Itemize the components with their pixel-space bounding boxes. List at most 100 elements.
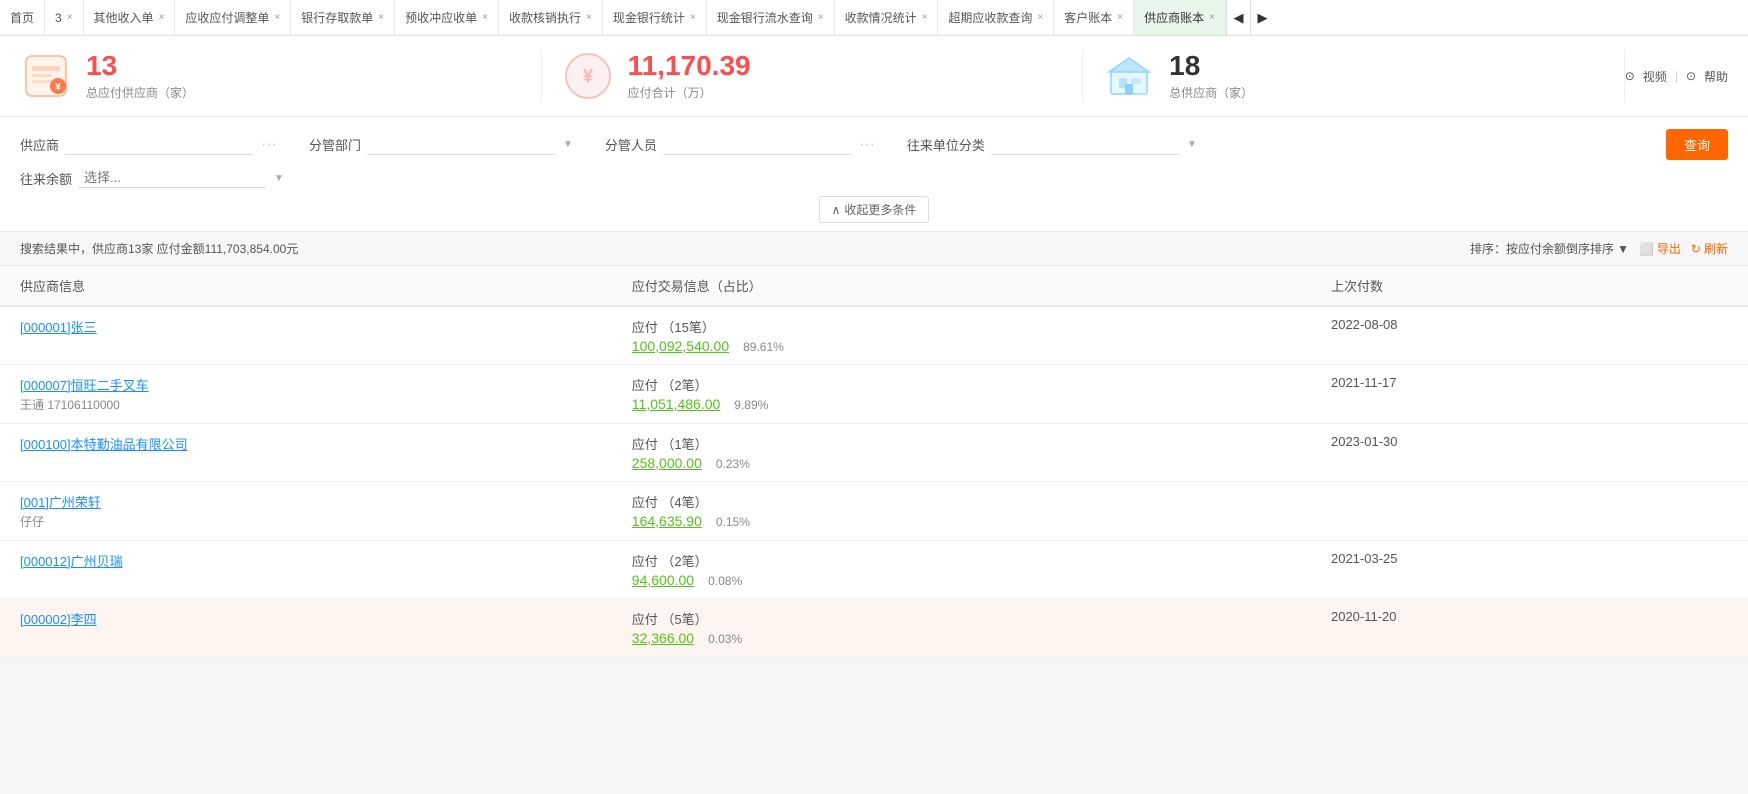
- last-payment-cell: [1311, 482, 1748, 541]
- supplier-cell: [000012]广州贝瑞: [0, 541, 612, 599]
- tx-cell: 应付 （2笔）94,600.000.08%: [612, 541, 1311, 599]
- supplier-sub-info: 王通 17106110000: [20, 396, 592, 413]
- supplier-filter-input[interactable]: [65, 135, 253, 155]
- tx-amount-value[interactable]: 164,635.90: [632, 513, 702, 529]
- tab-cash-flow-label: 现金银行流水查询: [717, 9, 813, 26]
- close-icon[interactable]: ×: [378, 12, 384, 23]
- tx-type-label: 应付 （2笔）: [632, 375, 1291, 394]
- nav-tab-collection[interactable]: 收款核销执行 ×: [499, 0, 603, 35]
- stat-info-payable: 13 总应付供应商（家）: [86, 51, 194, 102]
- supplier-link[interactable]: [000100]本特勤油品有限公司: [20, 437, 188, 452]
- close-icon[interactable]: ×: [818, 12, 824, 23]
- supplier-link[interactable]: [001]广州荣轩: [20, 495, 101, 510]
- tx-amount-value[interactable]: 32,366.00: [632, 630, 694, 646]
- tx-amount-row: 164,635.900.15%: [632, 511, 1291, 529]
- nav-prev-arrow[interactable]: ◀: [1226, 0, 1250, 36]
- supplier-link[interactable]: [000001]张三: [20, 320, 97, 335]
- nav-tab-other-income[interactable]: 其他收入单 ×: [84, 0, 176, 35]
- filter-item-dept: 分管部门 ▼: [309, 135, 573, 155]
- filter-area: 供应商 ··· 分管部门 ▼ 分管人员 ··· 往来单位分类 ▼ 查询 往来余额: [0, 117, 1748, 232]
- balance-filter-label: 往来余额: [20, 169, 72, 188]
- tx-cell: 应付 （1笔）258,000.000.23%: [612, 424, 1311, 482]
- close-icon[interactable]: ×: [690, 12, 696, 23]
- store-icon: [1103, 50, 1155, 102]
- nav-next-arrow[interactable]: ▶: [1250, 0, 1274, 36]
- nav-tab-adjust[interactable]: 应收应付调整单 ×: [175, 0, 291, 35]
- tx-amount-value[interactable]: 11,051,486.00: [632, 396, 721, 412]
- sort-button[interactable]: 排序：按应付余额倒序排序 ▼: [1470, 240, 1629, 257]
- supplier-dots-icon[interactable]: ···: [261, 136, 277, 154]
- refresh-button[interactable]: ↻ 刷新: [1691, 240, 1728, 257]
- person-filter-input[interactable]: [663, 135, 851, 155]
- person-dots-icon[interactable]: ···: [859, 136, 875, 154]
- close-icon[interactable]: ×: [482, 12, 488, 23]
- dept-filter-label: 分管部门: [309, 135, 361, 154]
- supplier-link[interactable]: [000012]广州贝瑞: [20, 554, 123, 569]
- sort-arrow-icon: ▼: [1617, 242, 1629, 256]
- close-icon[interactable]: ×: [159, 12, 165, 23]
- close-icon[interactable]: ×: [586, 12, 592, 23]
- help-link[interactable]: 帮助: [1704, 68, 1728, 85]
- stat-number-payable: 13: [86, 51, 194, 82]
- supplier-link[interactable]: [000002]李四: [20, 612, 97, 627]
- tab-prepay-label: 预收冲应收单: [405, 9, 477, 26]
- nav-tab-3[interactable]: 3 ×: [45, 0, 84, 35]
- filter-row-2: 往来余额 ▼: [20, 168, 1728, 188]
- nav-tab-home[interactable]: 首页: [0, 0, 45, 35]
- close-icon[interactable]: ×: [1209, 12, 1215, 23]
- tx-percentage: 0.03%: [708, 632, 742, 646]
- result-text: 搜索结果中，供应商13家 应付金额111,703,854.00元: [20, 240, 298, 257]
- dept-filter-input[interactable]: [367, 135, 555, 155]
- tab-collection-label: 收款核销执行: [509, 9, 581, 26]
- search-button[interactable]: 查询: [1666, 129, 1728, 160]
- video-link[interactable]: 视频: [1643, 68, 1667, 85]
- stat-number-amount: 11,170.39: [628, 51, 751, 82]
- result-bar-right: 排序：按应付余额倒序排序 ▼ ⬜ 导出 ↻ 刷新: [1470, 240, 1728, 257]
- collapse-button[interactable]: ∧ 收起更多条件: [819, 196, 930, 223]
- filter-row-1: 供应商 ··· 分管部门 ▼ 分管人员 ··· 往来单位分类 ▼ 查询: [20, 129, 1728, 160]
- stat-label-amount: 应付合计（万）: [628, 84, 751, 101]
- separator: |: [1675, 69, 1678, 83]
- supplier-link[interactable]: [000007]恒旺二手叉车: [20, 378, 149, 393]
- supplier-cell: [001]广州荣轩仔仔: [0, 482, 612, 541]
- nav-tab-bank[interactable]: 银行存取款单 ×: [291, 0, 395, 35]
- supplier-sub-info: 仔仔: [20, 513, 592, 530]
- nav-tab-cash-flow[interactable]: 现金银行流水查询 ×: [707, 0, 835, 35]
- table-row: [000001]张三应付 （15笔）100,092,540.0089.61%20…: [0, 306, 1748, 365]
- balance-filter-input[interactable]: [78, 168, 266, 188]
- last-payment-cell: 2020-11-20: [1311, 599, 1748, 657]
- nav-tab-overdue[interactable]: 超期应收款查询 ×: [938, 0, 1054, 35]
- stat-item-total-suppliers: 18 总供应商（家）: [1083, 50, 1625, 102]
- nav-tab-supplier[interactable]: 供应商账本 ×: [1134, 0, 1226, 35]
- amount-icon: ¥: [562, 50, 614, 102]
- tx-percentage: 89.61%: [743, 340, 784, 354]
- tx-amount-value[interactable]: 94,600.00: [632, 572, 694, 588]
- stat-item-total-amount: ¥ 11,170.39 应付合计（万）: [542, 50, 1084, 102]
- close-icon[interactable]: ×: [67, 12, 73, 23]
- export-button[interactable]: ⬜ 导出: [1639, 240, 1681, 257]
- dept-dropdown-icon[interactable]: ▼: [563, 139, 573, 150]
- tab-3-label: 3: [55, 11, 62, 25]
- balance-dropdown-icon[interactable]: ▼: [274, 173, 284, 184]
- category-filter-input[interactable]: [991, 135, 1179, 155]
- nav-tab-prepay[interactable]: 预收冲应收单 ×: [395, 0, 499, 35]
- table-row: [000012]广州贝瑞应付 （2笔）94,600.000.08%2021-03…: [0, 541, 1748, 599]
- export-icon: ⬜: [1639, 242, 1654, 256]
- nav-tab-cash-stat[interactable]: 现金银行统计 ×: [603, 0, 707, 35]
- nav-tab-receipt-stat[interactable]: 收款情况统计 ×: [835, 0, 939, 35]
- close-icon[interactable]: ×: [274, 12, 280, 23]
- tx-amount-value[interactable]: 258,000.00: [632, 455, 702, 471]
- tx-amount-value[interactable]: 100,092,540.00: [632, 338, 729, 354]
- close-icon[interactable]: ×: [1117, 12, 1123, 23]
- category-dropdown-icon[interactable]: ▼: [1187, 139, 1197, 150]
- tab-supplier-label: 供应商账本: [1144, 9, 1204, 26]
- table-row: [000002]李四应付 （5笔）32,366.000.03%2020-11-2…: [0, 599, 1748, 657]
- help-icon: ⊙: [1686, 69, 1696, 83]
- supplier-cell: [000100]本特勤油品有限公司: [0, 424, 612, 482]
- nav-tab-customer[interactable]: 客户账本 ×: [1054, 0, 1134, 35]
- close-icon[interactable]: ×: [1037, 12, 1043, 23]
- supplier-payable-icon: ¥: [20, 50, 72, 102]
- collapse-label: 收起更多条件: [844, 201, 916, 218]
- tx-percentage: 0.23%: [716, 457, 750, 471]
- close-icon[interactable]: ×: [922, 12, 928, 23]
